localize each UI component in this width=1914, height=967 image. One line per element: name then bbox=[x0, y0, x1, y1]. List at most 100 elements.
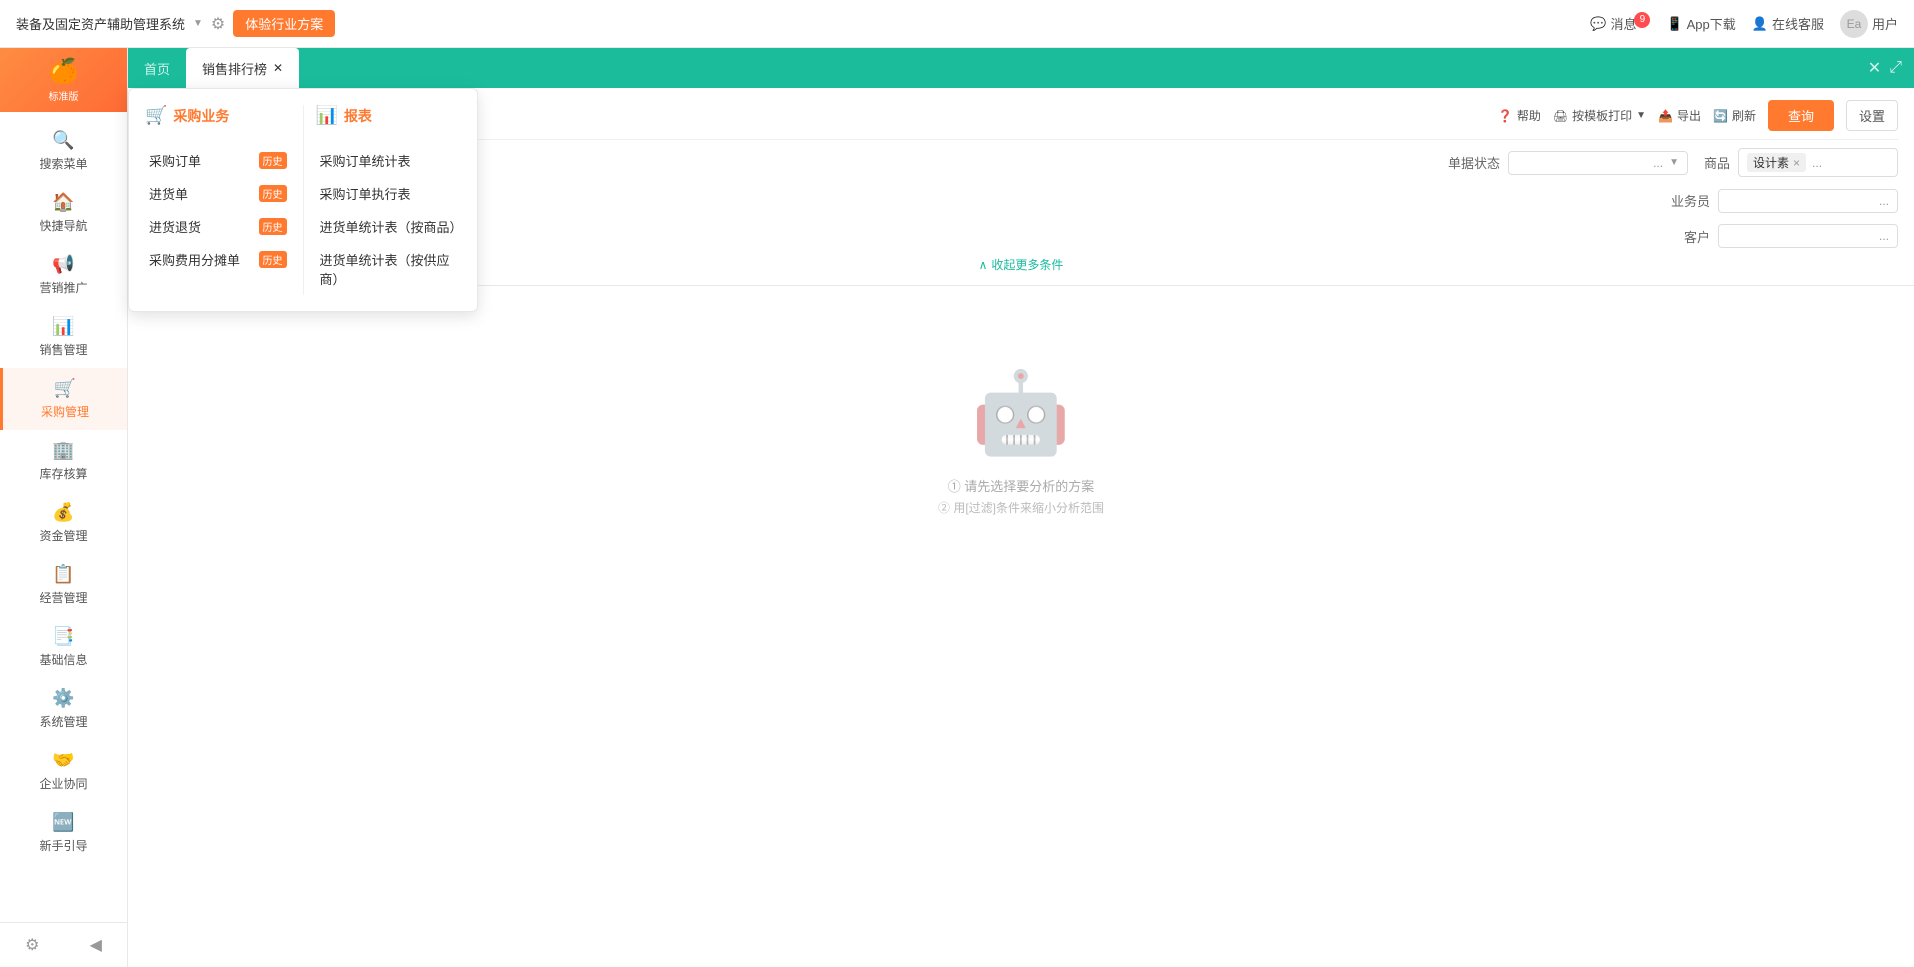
search-icon: 🔍 bbox=[52, 130, 74, 151]
menu-item-po-stats[interactable]: 采购订单统计表 bbox=[316, 144, 462, 177]
goods-dots[interactable]: ... bbox=[1812, 156, 1822, 170]
sidebar-item-label: 采购管理 bbox=[41, 403, 89, 420]
filter-settings-btn[interactable]: 设置 bbox=[1846, 100, 1898, 131]
query-btn[interactable]: 查询 bbox=[1768, 100, 1834, 131]
sidebar-item-guide[interactable]: 🆕 新手引导 bbox=[0, 802, 127, 864]
menu-item-purchase-order[interactable]: 采购订单 历史 bbox=[145, 144, 291, 177]
sidebar-item-label: 库存核算 bbox=[39, 465, 87, 482]
customer-control[interactable]: ... bbox=[1718, 224, 1898, 248]
menu-item-purchase-return[interactable]: 进货退货 历史 bbox=[145, 210, 291, 243]
purchase-business-section: 🛒 采购业务 采购订单 历史 进货单 历史 进货退货 历史 采购费用分摊单 历史 bbox=[145, 105, 291, 295]
customer-dots[interactable]: ... bbox=[1879, 229, 1889, 243]
print-label: 按模板打印 bbox=[1572, 107, 1632, 124]
system-icon: ⚙️ bbox=[52, 688, 74, 709]
goods-control[interactable]: 设计素 × ... bbox=[1738, 148, 1898, 177]
basic-info-icon: 📑 bbox=[52, 626, 74, 647]
purchase-icon: 🛒 bbox=[54, 378, 76, 399]
sidebar-item-enterprise[interactable]: 🤝 企业协同 bbox=[0, 740, 127, 802]
refresh-icon: 🔄 bbox=[1713, 109, 1728, 123]
sidebar-item-label: 资金管理 bbox=[39, 527, 87, 544]
menu-item-po-execution[interactable]: 采购订单执行表 bbox=[316, 177, 462, 210]
menu-item-in-stats-goods[interactable]: 进货单统计表（按商品） bbox=[316, 210, 462, 243]
online-service-btn[interactable]: 👤 在线客服 bbox=[1752, 14, 1824, 33]
notification-icon: 💬 bbox=[1590, 16, 1606, 32]
app-download-btn[interactable]: 📱 App下载 bbox=[1666, 14, 1735, 33]
sidebar-item-purchase[interactable]: 🛒 采购管理 bbox=[0, 368, 127, 430]
sidebar-item-inventory[interactable]: 🏢 库存核算 bbox=[0, 430, 127, 492]
purchase-reports-section: 📊 报表 采购订单统计表 采购订单执行表 进货单统计表（按商品） 进货单统计表（… bbox=[316, 105, 462, 295]
refresh-label: 刷新 bbox=[1732, 107, 1756, 124]
sidebar-item-basic-info[interactable]: 📑 基础信息 bbox=[0, 616, 127, 678]
sidebar-item-quick-nav[interactable]: 🏠 快捷导航 bbox=[0, 182, 127, 244]
sidebar-item-operations[interactable]: 📋 经营管理 bbox=[0, 554, 127, 616]
phone-icon: 📱 bbox=[1666, 16, 1682, 32]
export-icon: 📤 bbox=[1658, 109, 1673, 123]
doc-status-control[interactable]: ... ▼ bbox=[1508, 151, 1688, 175]
empty-step1: ① 请先选择要分析的方案 bbox=[948, 476, 1095, 495]
notifications-btn[interactable]: 💬 消息 9 bbox=[1590, 14, 1650, 33]
filter-doc-status: 单据状态 ... ▼ bbox=[1448, 151, 1688, 175]
empty-state: 🤖 ① 请先选择要分析的方案 ② 用[过滤]条件来缩小分析范围 bbox=[128, 286, 1914, 596]
goods-tag-close[interactable]: × bbox=[1793, 156, 1800, 170]
tab-sales-ranking-label: 销售排行榜 bbox=[202, 59, 267, 78]
purchase-dropdown-menu: 🛒 采购业务 采购订单 历史 进货单 历史 进货退货 历史 采购费用分摊单 历史 bbox=[128, 88, 478, 312]
salesperson-control[interactable]: ... bbox=[1718, 189, 1898, 213]
tab-home-label: 首页 bbox=[144, 59, 170, 78]
empty-step2: ② 用[过滤]条件来缩小分析范围 bbox=[938, 499, 1104, 516]
sidebar-item-marketing[interactable]: 📢 营销推广 bbox=[0, 244, 127, 306]
sidebar-settings-btn[interactable]: ⚙ bbox=[25, 935, 39, 955]
logo-icon: 🍊 bbox=[49, 57, 79, 86]
export-btn[interactable]: 📤 导出 bbox=[1658, 107, 1701, 124]
history-tag-2: 历史 bbox=[259, 218, 287, 235]
avatar-text: Ea bbox=[1847, 17, 1862, 31]
sidebar-item-search[interactable]: 🔍 搜索菜单 bbox=[0, 120, 127, 182]
sidebar-item-label: 搜索菜单 bbox=[39, 155, 87, 172]
marketing-icon: 📢 bbox=[52, 254, 74, 275]
doc-status-dropdown-icon[interactable]: ... bbox=[1653, 156, 1663, 170]
history-tag-0: 历史 bbox=[259, 152, 287, 169]
salesperson-dots[interactable]: ... bbox=[1879, 194, 1889, 208]
purchase-business-icon: 🛒 bbox=[145, 105, 167, 126]
user-label: 用户 bbox=[1872, 14, 1898, 33]
filter-customer: 客户 ... bbox=[1684, 224, 1898, 248]
sidebar-bottom: ⚙ ◀ bbox=[0, 922, 127, 967]
tab-home[interactable]: 首页 bbox=[128, 48, 186, 88]
notifications-badge: 9 bbox=[1634, 12, 1650, 28]
sidebar-item-finance[interactable]: 💰 资金管理 bbox=[0, 492, 127, 554]
filter-goods: 商品 设计素 × ... bbox=[1704, 148, 1898, 177]
sidebar-item-label: 新手引导 bbox=[39, 837, 87, 854]
tab-close-icon[interactable]: ✕ bbox=[273, 61, 283, 75]
system-settings-icon[interactable]: ⚙ bbox=[211, 14, 225, 34]
avatar: Ea bbox=[1840, 10, 1868, 38]
sidebar-item-label: 营销推广 bbox=[39, 279, 87, 296]
help-btn[interactable]: ❓ 帮助 bbox=[1498, 107, 1541, 124]
empty-robot-icon: 🤖 bbox=[971, 366, 1071, 460]
history-tag-3: 历史 bbox=[259, 251, 287, 268]
user-btn[interactable]: Ea 用户 bbox=[1840, 10, 1898, 38]
sidebar-item-sales[interactable]: 📊 销售管理 bbox=[0, 306, 127, 368]
menu-item-purchase-expense[interactable]: 采购费用分摊单 历史 bbox=[145, 243, 291, 276]
menu-item-purchase-in[interactable]: 进货单 历史 bbox=[145, 177, 291, 210]
refresh-btn[interactable]: 🔄 刷新 bbox=[1713, 107, 1756, 124]
app-download-label: App下载 bbox=[1687, 14, 1736, 33]
system-title: 装备及固定资产辅助管理系统 bbox=[16, 14, 185, 33]
sidebar-item-label: 基础信息 bbox=[39, 651, 87, 668]
tab-close-window-btn[interactable]: ✕ bbox=[1868, 58, 1881, 78]
logo-text: 标准版 bbox=[49, 88, 79, 103]
collapse-icon: ∧ bbox=[979, 258, 988, 272]
notifications-label: 消息 bbox=[1610, 14, 1636, 33]
sidebar-collapse-btn[interactable]: ◀ bbox=[90, 935, 102, 955]
print-btn[interactable]: 🖨 按模板打印 ▼ bbox=[1553, 107, 1646, 124]
sidebar-item-system[interactable]: ⚙️ 系统管理 bbox=[0, 678, 127, 740]
tab-actions: ✕ ⤢ bbox=[1856, 58, 1914, 78]
system-dropdown-icon[interactable]: ▼ bbox=[193, 18, 203, 29]
export-label: 导出 bbox=[1677, 107, 1701, 124]
sidebar-item-label: 销售管理 bbox=[39, 341, 87, 358]
goods-tag: 设计素 × bbox=[1747, 153, 1806, 172]
doc-status-label: 单据状态 bbox=[1448, 153, 1500, 172]
tab-sales-ranking[interactable]: 销售排行榜 ✕ bbox=[186, 48, 299, 88]
industry-btn[interactable]: 体验行业方案 bbox=[233, 10, 335, 37]
tab-expand-btn[interactable]: ⤢ bbox=[1889, 59, 1902, 77]
menu-item-in-stats-supplier[interactable]: 进货单统计表（按供应商） bbox=[316, 243, 462, 295]
filter-salesperson: 业务员 ... bbox=[1671, 189, 1898, 213]
